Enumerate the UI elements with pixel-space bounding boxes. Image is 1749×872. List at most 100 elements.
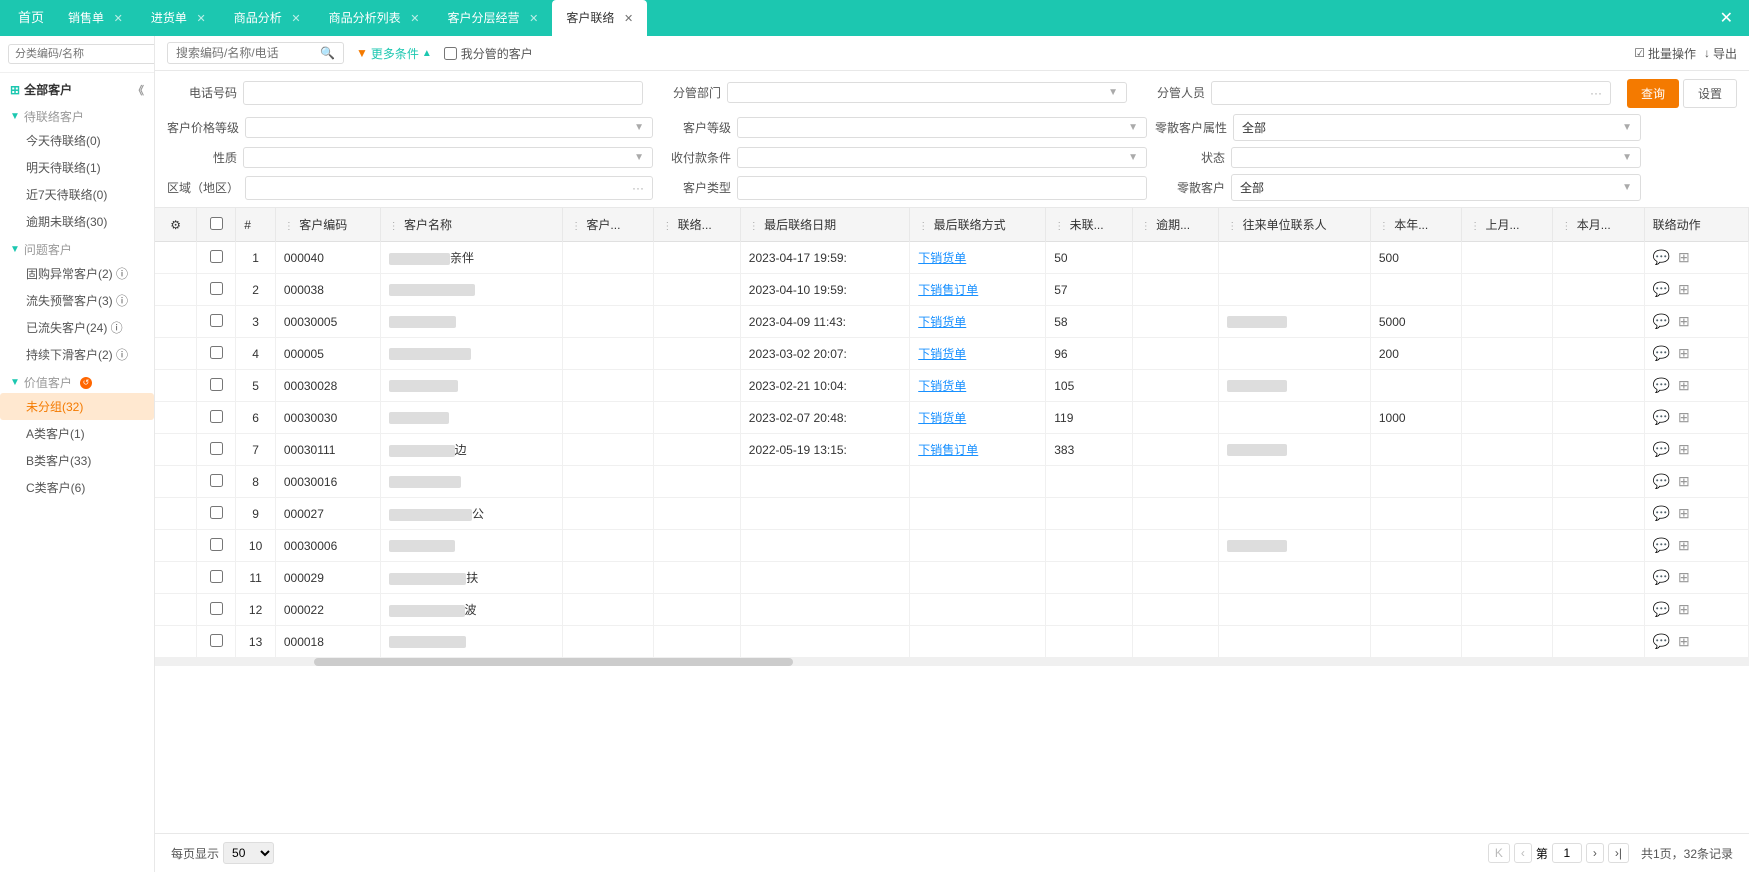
row-action[interactable]: 💬 ⊞	[1644, 594, 1748, 626]
row-last-contact-method[interactable]: 下销货单	[910, 306, 1046, 338]
row-select-checkbox[interactable]	[210, 378, 223, 391]
col-checkbox[interactable]	[197, 208, 236, 242]
close-icon[interactable]: ✕	[624, 13, 633, 25]
row-name[interactable]	[380, 466, 562, 498]
select-all-checkbox[interactable]	[210, 217, 223, 230]
grid-action-icon[interactable]: ⊞	[1678, 249, 1690, 266]
row-last-contact-method[interactable]	[910, 562, 1046, 594]
col-name[interactable]: ⋮ 客户名称	[380, 208, 562, 242]
tab-purchase[interactable]: 进货单 ✕	[137, 0, 220, 36]
row-last-contact-method[interactable]	[910, 466, 1046, 498]
row-checkbox[interactable]	[197, 338, 236, 370]
close-icon[interactable]: ✕	[291, 13, 300, 25]
row-name[interactable]: 亲伴	[380, 242, 562, 274]
sidebar-item-7days[interactable]: 近7天待联络(0)	[0, 181, 154, 208]
grid-action-icon[interactable]: ⊞	[1678, 505, 1690, 522]
message-icon[interactable]: 💬	[1653, 601, 1670, 618]
grid-action-icon[interactable]: ⊞	[1678, 313, 1690, 330]
row-last-contact-method[interactable]: 下销货单	[910, 242, 1046, 274]
row-select-checkbox[interactable]	[210, 634, 223, 647]
col-type[interactable]: ⋮ 客户...	[563, 208, 654, 242]
col-settings[interactable]: ⚙	[155, 208, 197, 242]
my-customers-filter[interactable]: 我分管的客户	[444, 45, 533, 62]
group-problem-customers[interactable]: ▼ 问题客户	[0, 235, 154, 260]
col-contact-person[interactable]: ⋮ 往来单位联系人	[1219, 208, 1371, 242]
row-checkbox[interactable]	[197, 242, 236, 274]
per-page-select[interactable]: 50 100 200	[223, 842, 274, 864]
col-code[interactable]: ⋮ 客户编码	[275, 208, 380, 242]
tab-sales[interactable]: 销售单 ✕	[54, 0, 137, 36]
row-select-checkbox[interactable]	[210, 506, 223, 519]
horizontal-scrollbar[interactable]	[155, 658, 1749, 666]
row-name[interactable]	[380, 626, 562, 658]
col-this-year[interactable]: ⋮ 本年...	[1370, 208, 1461, 242]
row-name[interactable]	[380, 306, 562, 338]
col-last-contact-method[interactable]: ⋮ 最后联络方式	[910, 208, 1046, 242]
next-page-button[interactable]: ›	[1586, 843, 1604, 863]
row-name[interactable]: 公	[380, 498, 562, 530]
row-action[interactable]: 💬 ⊞	[1644, 626, 1748, 658]
row-checkbox[interactable]	[197, 530, 236, 562]
row-checkbox[interactable]	[197, 306, 236, 338]
row-select-checkbox[interactable]	[210, 250, 223, 263]
message-icon[interactable]: 💬	[1653, 345, 1670, 362]
tab-analysis[interactable]: 商品分析 ✕	[220, 0, 315, 36]
close-icon[interactable]: ✕	[197, 13, 206, 25]
grid-action-icon[interactable]: ⊞	[1678, 441, 1690, 458]
message-icon[interactable]: 💬	[1653, 441, 1670, 458]
sidebar-item-declining[interactable]: 持续下滑客户(2) ⓘ	[0, 341, 154, 368]
row-name[interactable]	[380, 530, 562, 562]
col-last-contact-date[interactable]: ⋮ 最后联络日期	[740, 208, 909, 242]
customer-type-input[interactable]	[737, 176, 1147, 200]
export-button[interactable]: ↓ 导出	[1704, 45, 1737, 62]
row-action[interactable]: 💬 ⊞	[1644, 434, 1748, 466]
row-checkbox[interactable]	[197, 434, 236, 466]
grid-action-icon[interactable]: ⊞	[1678, 633, 1690, 650]
group-value-customers[interactable]: ▼ 价值客户 ↺	[0, 368, 154, 393]
row-action[interactable]: 💬 ⊞	[1644, 466, 1748, 498]
search-icon[interactable]: 🔍	[320, 46, 335, 60]
close-icon[interactable]: ✕	[529, 13, 538, 25]
row-last-contact-method[interactable]	[910, 626, 1046, 658]
row-action[interactable]: 💬 ⊞	[1644, 242, 1748, 274]
row-name[interactable]	[380, 370, 562, 402]
col-not-contacted[interactable]: ⋮ 未联...	[1046, 208, 1132, 242]
message-icon[interactable]: 💬	[1653, 409, 1670, 426]
price-level-select[interactable]: ▼	[245, 117, 653, 138]
row-action[interactable]: 💬 ⊞	[1644, 306, 1748, 338]
row-checkbox[interactable]	[197, 466, 236, 498]
grid-action-icon[interactable]: ⊞	[1678, 409, 1690, 426]
batch-operation-button[interactable]: ☑ 批量操作	[1634, 45, 1696, 62]
row-checkbox[interactable]	[197, 626, 236, 658]
row-last-contact-method[interactable]: 下销货单	[910, 338, 1046, 370]
row-name[interactable]	[380, 402, 562, 434]
row-last-contact-method[interactable]: 下销售订单	[910, 274, 1046, 306]
department-select[interactable]: ▼	[727, 82, 1127, 103]
search-input[interactable]	[176, 46, 316, 60]
row-checkbox[interactable]	[197, 562, 236, 594]
query-button[interactable]: 查询	[1627, 79, 1679, 108]
row-checkbox[interactable]	[197, 498, 236, 530]
row-select-checkbox[interactable]	[210, 282, 223, 295]
sidebar-item-overdue[interactable]: 逾期未联络(30)	[0, 208, 154, 235]
region-input[interactable]: ···	[245, 176, 653, 200]
row-checkbox[interactable]	[197, 402, 236, 434]
grid-action-icon[interactable]: ⊞	[1678, 377, 1690, 394]
row-name[interactable]	[380, 274, 562, 306]
row-action[interactable]: 💬 ⊞	[1644, 274, 1748, 306]
manager-input[interactable]: ···	[1211, 81, 1611, 105]
sidebar-item-churned[interactable]: 已流失客户(24) ⓘ	[0, 314, 154, 341]
col-contact[interactable]: ⋮ 联络...	[654, 208, 740, 242]
status-select[interactable]: ▼	[1231, 147, 1641, 168]
settings-button[interactable]: 设置	[1683, 79, 1737, 108]
message-icon[interactable]: 💬	[1653, 505, 1670, 522]
row-action[interactable]: 💬 ⊞	[1644, 498, 1748, 530]
col-this-month[interactable]: ⋮ 本月...	[1553, 208, 1644, 242]
tab-customer-seg[interactable]: 客户分层经营 ✕	[433, 0, 552, 36]
scrollbar-thumb[interactable]	[314, 658, 792, 666]
prev-page-button[interactable]: ‹	[1514, 843, 1532, 863]
scatter-customer-select[interactable]: 全部 ▼	[1231, 174, 1641, 201]
row-action[interactable]: 💬 ⊞	[1644, 402, 1748, 434]
row-select-checkbox[interactable]	[210, 346, 223, 359]
row-name[interactable]	[380, 338, 562, 370]
